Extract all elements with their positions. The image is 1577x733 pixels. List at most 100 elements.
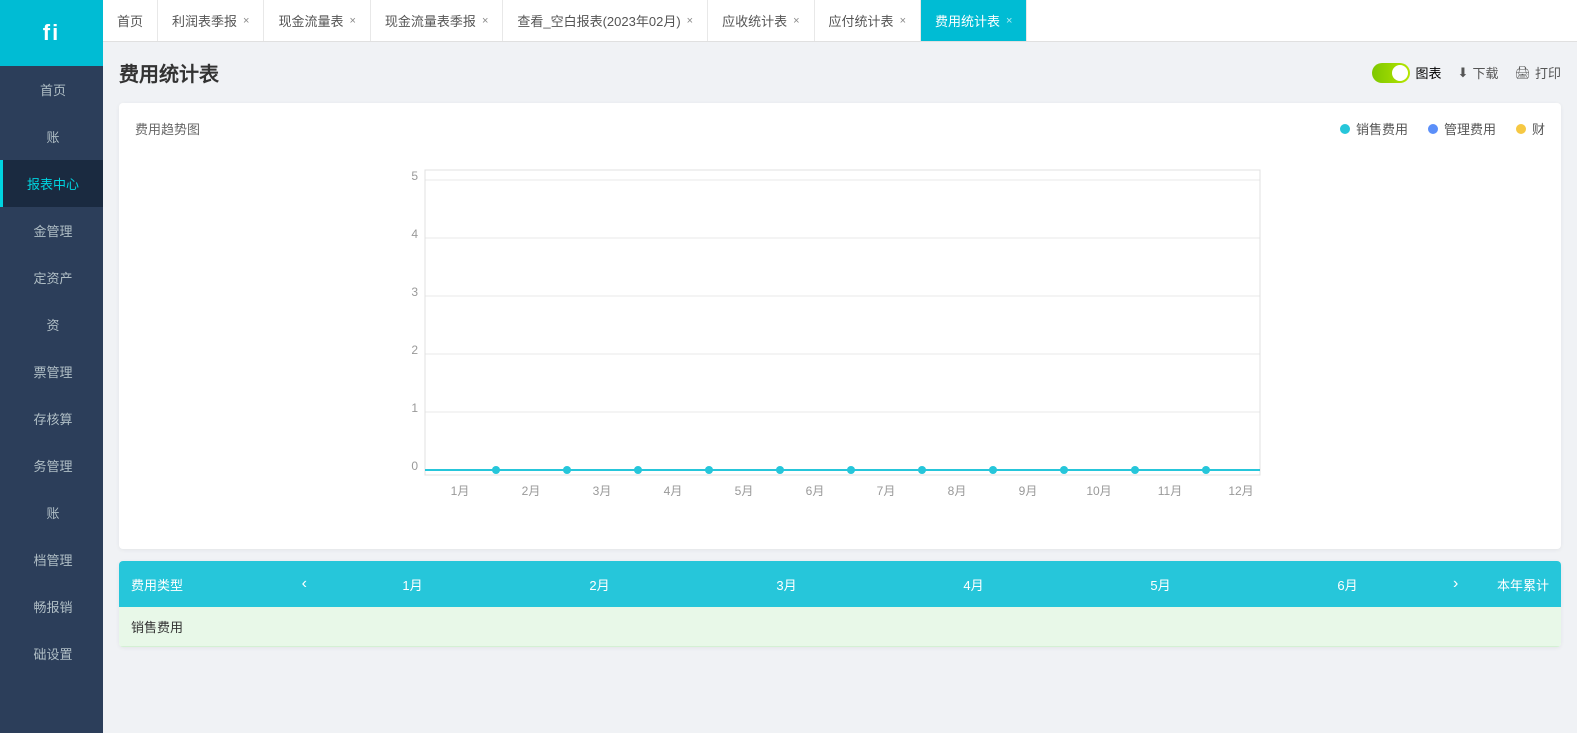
legend-finance: 财 [1516, 119, 1545, 138]
content-area: 费用统计表 图表 ⬇ 下载 🖨 打印 费用趋势图 [103, 42, 1577, 733]
expense-table: 费用类型 ‹ 1月 2月 3月 4月 5月 [119, 561, 1561, 647]
th-type-label: 费用类型 [131, 575, 183, 594]
tab-payable-close[interactable]: × [900, 15, 906, 27]
svg-text:0: 0 [411, 459, 418, 473]
th-total: › 本年累计 [1441, 575, 1561, 594]
svg-text:2: 2 [411, 343, 418, 357]
page-header: 费用统计表 图表 ⬇ 下载 🖨 打印 [119, 58, 1561, 87]
th-month-6: 6月 [1254, 575, 1441, 594]
tab-cashflow-q[interactable]: 现金流量表季报 × [371, 0, 503, 42]
th-month-1-label: 1月 [402, 575, 422, 594]
page-actions: 图表 ⬇ 下载 🖨 打印 [1372, 63, 1561, 83]
th-type: 费用类型 ‹ [119, 575, 319, 594]
svg-text:11月: 11月 [1158, 484, 1182, 498]
legend-finance-label: 财 [1532, 119, 1545, 138]
svg-text:10月: 10月 [1086, 484, 1111, 498]
svg-text:3月: 3月 [593, 484, 612, 498]
print-button[interactable]: 🖨 打印 [1514, 63, 1561, 82]
tab-cashflow-q-close[interactable]: × [482, 15, 488, 27]
chart-toggle-label: 图表 [1416, 63, 1442, 82]
next-arrow[interactable]: › [1453, 575, 1458, 593]
legend-admin-dot [1428, 124, 1438, 134]
legend-finance-dot [1516, 124, 1526, 134]
chart-point [989, 466, 997, 474]
tab-profit[interactable]: 利润表季报 × [158, 0, 264, 42]
tab-receivable-label: 应收统计表 [722, 11, 787, 30]
download-button[interactable]: ⬇ 下载 [1458, 63, 1499, 82]
th-month-2-label: 2月 [589, 575, 609, 594]
main-area: 首页 利润表季报 × 现金流量表 × 现金流量表季报 × 查看_空白报表(202… [103, 0, 1577, 733]
legend-admin: 管理费用 [1428, 119, 1496, 138]
tab-blank-report-close[interactable]: × [687, 15, 693, 27]
chart-point [634, 466, 642, 474]
sidebar-item-tickets[interactable]: 票管理 [0, 348, 103, 395]
legend-admin-label: 管理费用 [1444, 119, 1496, 138]
th-month-4: 4月 [880, 575, 1067, 594]
th-month-1: 1月 [319, 575, 506, 594]
chart-point [1202, 466, 1210, 474]
sidebar-item-settings[interactable]: 础设置 [0, 630, 103, 677]
tab-home-label: 首页 [117, 11, 143, 30]
svg-text:1月: 1月 [451, 484, 470, 498]
tab-payable-label: 应付统计表 [829, 11, 894, 30]
tab-expense-stats[interactable]: 费用统计表 × [921, 0, 1027, 42]
sidebar-item-reports[interactable]: 报表中心 [0, 160, 103, 207]
tab-cashflow[interactable]: 现金流量表 × [264, 0, 370, 42]
th-month-3-label: 3月 [776, 575, 796, 594]
download-label: 下载 [1472, 63, 1498, 82]
svg-text:2月: 2月 [522, 484, 541, 498]
sidebar-item-ledger[interactable]: 账 [0, 113, 103, 160]
th-month-4-label: 4月 [963, 575, 983, 594]
tab-expense-stats-label: 费用统计表 [935, 11, 1000, 30]
chart-point [492, 466, 500, 474]
sidebar-item-inventory[interactable]: 存核算 [0, 395, 103, 442]
sidebar-item-account[interactable]: 账 [0, 489, 103, 536]
sidebar-item-archive[interactable]: 档管理 [0, 536, 103, 583]
th-month-2: 2月 [506, 575, 693, 594]
th-month-6-label: 6月 [1337, 575, 1357, 594]
tab-receivable[interactable]: 应收统计表 × [708, 0, 814, 42]
sidebar-item-expense[interactable]: 畅报销 [0, 583, 103, 630]
svg-text:7月: 7月 [877, 484, 896, 498]
th-month-5-label: 5月 [1150, 575, 1170, 594]
tab-profit-close[interactable]: × [243, 15, 249, 27]
sidebar-item-cash[interactable]: 金管理 [0, 207, 103, 254]
svg-text:8月: 8月 [948, 484, 967, 498]
sidebar-item-investment[interactable]: 资 [0, 301, 103, 348]
tab-home[interactable]: 首页 [103, 0, 158, 42]
svg-text:3: 3 [411, 285, 418, 299]
svg-text:4: 4 [411, 227, 418, 241]
tab-cashflow-close[interactable]: × [349, 15, 355, 27]
chart-title: 费用趋势图 [135, 119, 200, 138]
svg-text:9月: 9月 [1019, 484, 1038, 498]
chart-svg-wrapper: 0 1 2 3 4 5 [135, 150, 1545, 533]
chart-card: 费用趋势图 销售费用 管理费用 财 [119, 103, 1561, 549]
chart-toggle[interactable] [1372, 63, 1410, 83]
tab-bar: 首页 利润表季报 × 现金流量表 × 现金流量表季报 × 查看_空白报表(202… [103, 0, 1577, 42]
chart-point [776, 466, 784, 474]
tab-expense-stats-close[interactable]: × [1006, 15, 1012, 27]
chart-legend: 销售费用 管理费用 财 [1340, 119, 1545, 138]
print-icon: 🖨 [1514, 65, 1531, 81]
tab-payable[interactable]: 应付统计表 × [815, 0, 921, 42]
chart-toggle-wrapper[interactable]: 图表 [1372, 63, 1442, 83]
table-row-sales: 销售费用 [119, 607, 1561, 647]
chart-svg: 0 1 2 3 4 5 [135, 150, 1545, 530]
prev-arrow[interactable]: ‹ [302, 575, 307, 593]
td-sales-type: 销售费用 [119, 617, 319, 636]
page-title: 费用统计表 [119, 58, 219, 87]
chart-point [563, 466, 571, 474]
sidebar-item-assets[interactable]: 定资产 [0, 254, 103, 301]
sidebar-item-service[interactable]: 务管理 [0, 442, 103, 489]
legend-sales-dot [1340, 124, 1350, 134]
th-total-label: 本年累计 [1497, 575, 1549, 594]
download-icon: ⬇ [1458, 65, 1469, 81]
svg-text:5月: 5月 [735, 484, 754, 498]
sidebar-logo: fi [0, 0, 103, 66]
sidebar: fi 首页 账 报表中心 金管理 定资产 资 票管理 存核算 务管理 账 档管理… [0, 0, 103, 733]
svg-text:5: 5 [411, 169, 418, 183]
tab-receivable-close[interactable]: × [793, 15, 799, 27]
legend-sales: 销售费用 [1340, 119, 1408, 138]
tab-blank-report[interactable]: 查看_空白报表(2023年02月) × [503, 0, 708, 42]
sidebar-item-home[interactable]: 首页 [0, 66, 103, 113]
